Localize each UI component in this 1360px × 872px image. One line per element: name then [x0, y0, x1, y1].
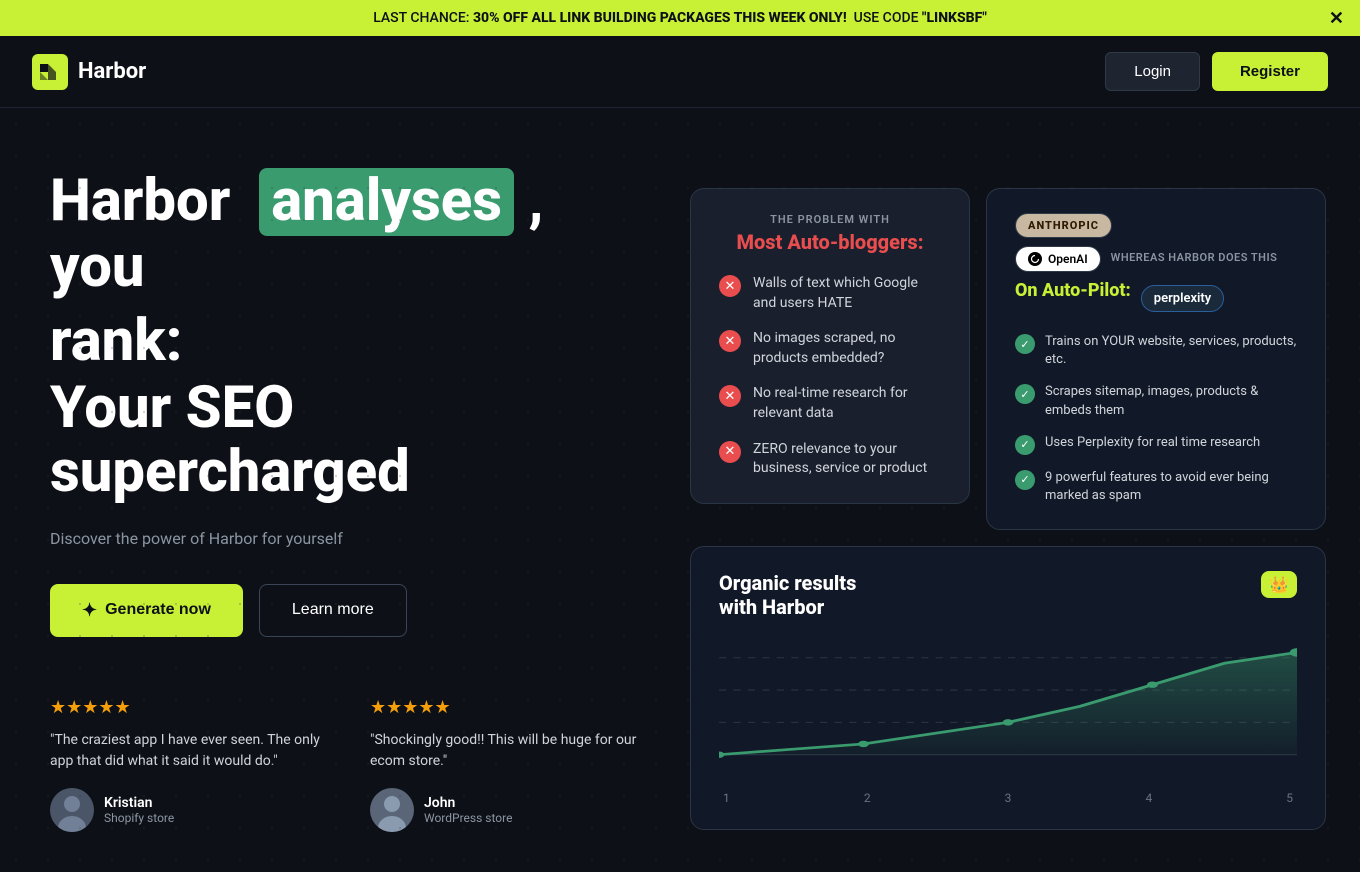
avatar-image-2: [370, 788, 414, 832]
check-icon-4: ✓: [1015, 470, 1035, 490]
hero-buttons: ✦ Generate now Learn more: [50, 584, 650, 637]
problem-title: Most Auto-bloggers:: [719, 230, 941, 254]
reviewer-info-2: John WordPress store: [424, 795, 512, 825]
avatar-1: [50, 788, 94, 832]
right-stack: THE PROBLEM WITH Most Auto-bloggers: ✕ W…: [690, 188, 1326, 830]
crown-badge: 👑: [1261, 571, 1297, 598]
chart-label-4: 4: [1145, 791, 1152, 805]
solution-logos: ANTHROPIC: [1015, 213, 1297, 238]
autopilot-text: On Auto-Pilot:: [1015, 280, 1131, 301]
logo-icon: [32, 54, 68, 90]
hero-left: Harbor analyses , you rank: Your SEO sup…: [50, 168, 650, 832]
hero-line1-prefix: Harbor: [50, 167, 230, 235]
x-icon-3: ✕: [719, 385, 741, 407]
anthropic-logo: ANTHROPIC: [1015, 213, 1112, 238]
check-icon-1: ✓: [1015, 334, 1035, 354]
openai-icon: [1028, 252, 1042, 266]
review-text-2: "Shockingly good!! This will be huge for…: [370, 730, 650, 772]
solution-card: ANTHROPIC OpenAI WHEREAS HARBOR DOES THI…: [986, 188, 1326, 530]
hero-line1-highlight: analyses: [259, 168, 514, 236]
solution-item-3: ✓ Uses Perplexity for real time research: [1015, 434, 1297, 455]
solution-text-1: Trains on YOUR website, services, produc…: [1045, 333, 1297, 369]
problem-card: THE PROBLEM WITH Most Auto-bloggers: ✕ W…: [690, 188, 970, 504]
review-card-2: ★★★★★ "Shockingly good!! This will be hu…: [370, 697, 650, 832]
hero-right: THE PROBLEM WITH Most Auto-bloggers: ✕ W…: [690, 168, 1326, 832]
sparkle-icon: ✦: [82, 600, 97, 621]
banner-main: 30% OFF ALL LINK BUILDING PACKAGES THIS …: [473, 10, 847, 26]
banner-suffix: USE CODE: [854, 10, 919, 26]
login-button[interactable]: Login: [1105, 52, 1200, 91]
stars-1: ★★★★★: [50, 697, 330, 718]
x-icon-4: ✕: [719, 441, 741, 463]
x-icon-2: ✕: [719, 330, 741, 352]
reviewer-store-2: WordPress store: [424, 811, 512, 825]
header: Harbor Login Register: [0, 36, 1360, 108]
organic-card: Organic resultswith Harbor 👑: [690, 546, 1326, 830]
chart-label-5: 5: [1286, 791, 1293, 805]
organic-chart: [719, 647, 1297, 787]
generate-now-button[interactable]: ✦ Generate now: [50, 584, 243, 637]
stars-2: ★★★★★: [370, 697, 650, 718]
problem-item-3: ✕ No real-time research for relevant dat…: [719, 384, 941, 423]
solution-logos-2: OpenAI WHEREAS HARBOR DOES THIS: [1015, 246, 1297, 272]
solution-item-4: ✓ 9 powerful features to avoid ever bein…: [1015, 469, 1297, 505]
solution-item-1: ✓ Trains on YOUR website, services, prod…: [1015, 333, 1297, 369]
close-banner-button[interactable]: ✕: [1329, 9, 1344, 27]
header-actions: Login Register: [1105, 52, 1328, 91]
chart-label-3: 3: [1005, 791, 1012, 805]
x-icon-1: ✕: [719, 275, 741, 297]
reviewer-2: John WordPress store: [370, 788, 650, 832]
logo-text: Harbor: [78, 59, 146, 84]
solution-text-3: Uses Perplexity for real time research: [1045, 434, 1260, 452]
generate-label: Generate now: [105, 601, 211, 619]
perplexity-logo: perplexity: [1141, 285, 1224, 312]
banner-text: LAST CHANCE: 30% OFF ALL LINK BUILDING P…: [373, 10, 987, 26]
chart-label-2: 2: [864, 791, 871, 805]
openai-label: OpenAI: [1048, 252, 1088, 266]
problem-item-1: ✕ Walls of text which Google and users H…: [719, 274, 941, 313]
review-text-1: "The craziest app I have ever seen. The …: [50, 730, 330, 772]
problem-text-1: Walls of text which Google and users HAT…: [753, 274, 941, 313]
avatar-image-1: [50, 788, 94, 832]
main-content: Harbor analyses , you rank: Your SEO sup…: [0, 108, 1360, 872]
problem-text-4: ZERO relevance to your business, service…: [753, 440, 941, 479]
solution-item-2: ✓ Scrapes sitemap, images, products & em…: [1015, 383, 1297, 419]
problem-item-4: ✕ ZERO relevance to your business, servi…: [719, 440, 941, 479]
reviewer-1: Kristian Shopify store: [50, 788, 330, 832]
hero-line3: Your SEO supercharged: [50, 377, 650, 505]
card-row-top: THE PROBLEM WITH Most Auto-bloggers: ✕ W…: [690, 188, 1326, 530]
reviews-section: ★★★★★ "The craziest app I have ever seen…: [50, 697, 650, 832]
chart-labels: 1 2 3 4 5: [719, 787, 1297, 805]
problem-text-2: No images scraped, no products embedded?: [753, 329, 941, 368]
chart-svg: [719, 647, 1297, 787]
banner-prefix: LAST CHANCE:: [373, 10, 469, 26]
hero-line2: rank:: [50, 310, 650, 374]
hero-description: Discover the power of Harbor for yoursel…: [50, 529, 650, 548]
problem-text-3: No real-time research for relevant data: [753, 384, 941, 423]
check-icon-3: ✓: [1015, 435, 1035, 455]
organic-title: Organic resultswith Harbor: [719, 571, 856, 619]
openai-logo: OpenAI: [1015, 246, 1101, 272]
chart-label-1: 1: [723, 791, 730, 805]
reviewer-name-2: John: [424, 795, 512, 811]
top-banner: LAST CHANCE: 30% OFF ALL LINK BUILDING P…: [0, 0, 1360, 36]
learn-more-button[interactable]: Learn more: [259, 584, 407, 637]
problem-subtitle: THE PROBLEM WITH: [719, 213, 941, 226]
reviewer-name-1: Kristian: [104, 795, 174, 811]
logo: Harbor: [32, 54, 146, 90]
whereas-text: WHEREAS HARBOR DOES THIS: [1111, 251, 1278, 264]
review-card-1: ★★★★★ "The craziest app I have ever seen…: [50, 697, 330, 832]
banner-code: "LINKSBF": [922, 10, 987, 26]
problem-item-2: ✕ No images scraped, no products embedde…: [719, 329, 941, 368]
check-icon-2: ✓: [1015, 384, 1035, 404]
reviewer-info-1: Kristian Shopify store: [104, 795, 174, 825]
hero-heading: Harbor analyses , you: [50, 168, 650, 300]
reviewer-store-1: Shopify store: [104, 811, 174, 825]
solution-text-4: 9 powerful features to avoid ever being …: [1045, 469, 1297, 505]
register-button[interactable]: Register: [1212, 52, 1328, 91]
solution-text-2: Scrapes sitemap, images, products & embe…: [1045, 383, 1297, 419]
avatar-2: [370, 788, 414, 832]
